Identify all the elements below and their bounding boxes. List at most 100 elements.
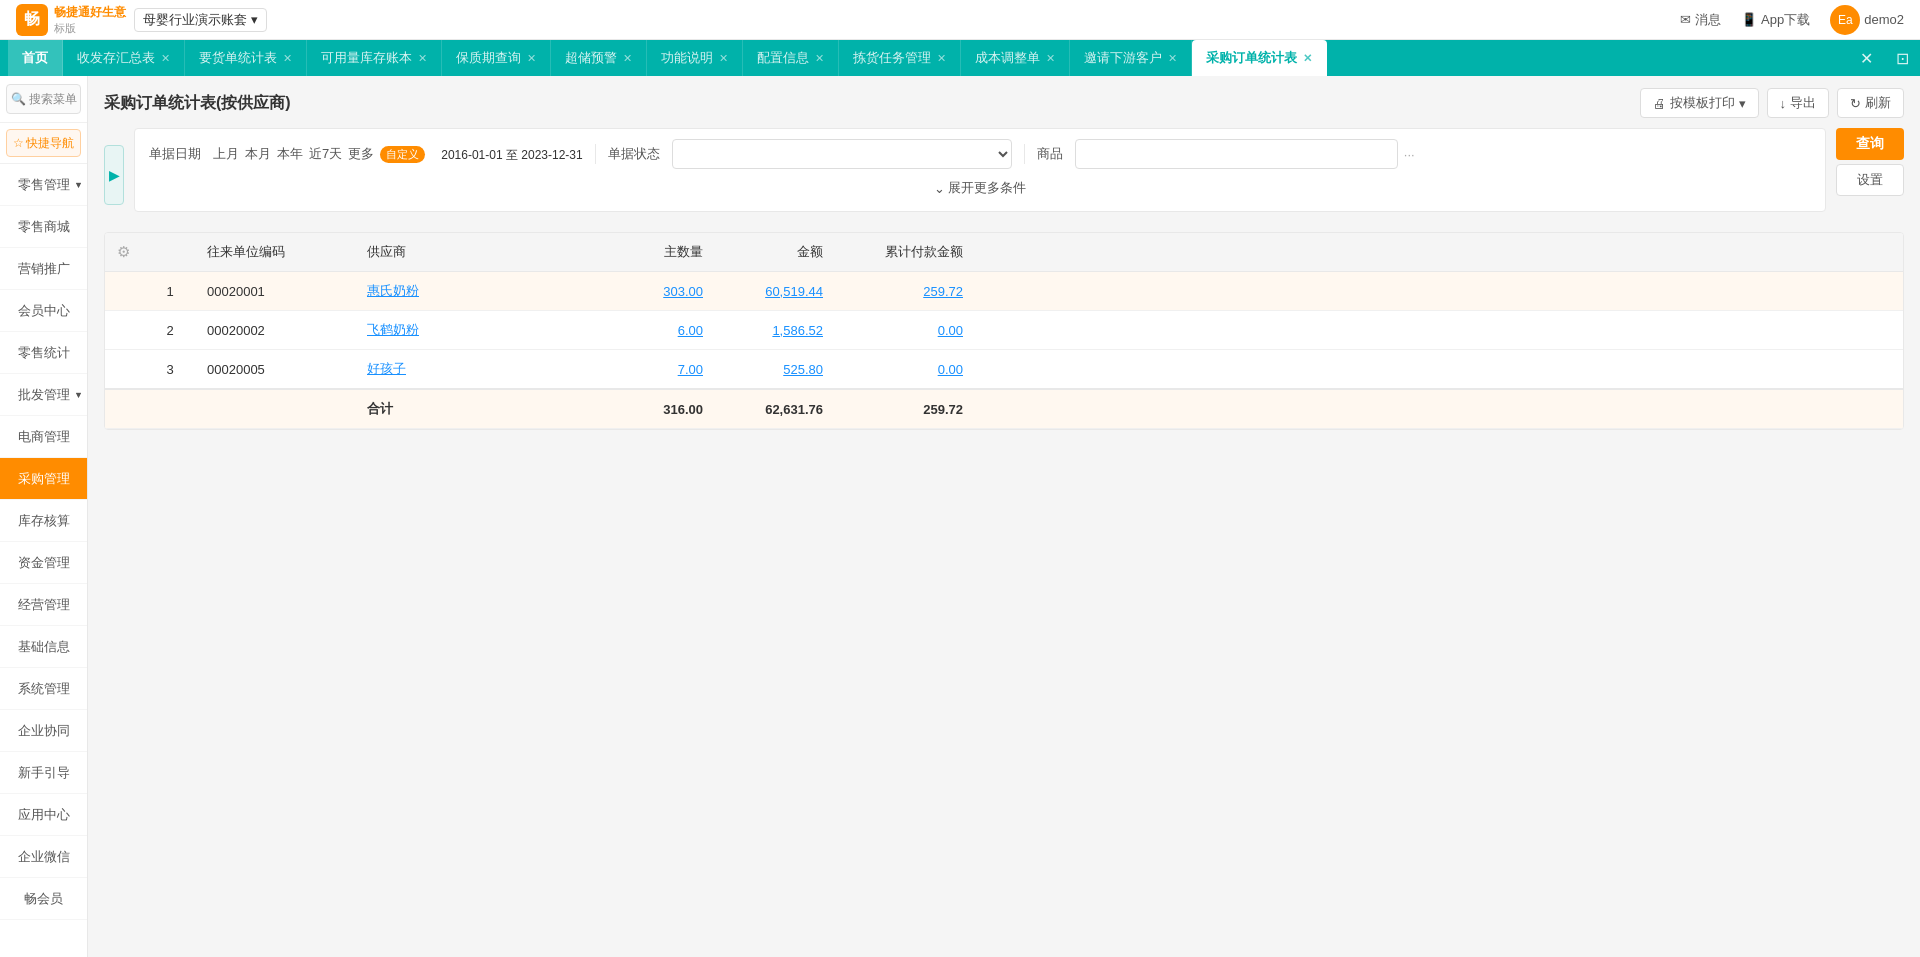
th-code: 往来单位编码 bbox=[195, 233, 355, 272]
refresh-button[interactable]: ↻ 刷新 bbox=[1837, 88, 1904, 118]
date-shortcut-more[interactable]: 更多 bbox=[348, 145, 374, 163]
td-foot-amount: 62,631.76 bbox=[715, 389, 835, 429]
print-icon: 🖨 bbox=[1653, 96, 1666, 111]
sidebar-item-retail-management[interactable]: 零售管理 ▾ bbox=[0, 164, 87, 206]
sidebar-item-membership2[interactable]: 畅会员 bbox=[0, 878, 87, 920]
sidebar-item-wholesale[interactable]: 批发管理 ▾ bbox=[0, 374, 87, 416]
query-button[interactable]: 查询 bbox=[1836, 128, 1904, 160]
close-icon[interactable]: ✕ bbox=[161, 52, 170, 65]
tab-receive-summary[interactable]: 收发存汇总表 ✕ bbox=[63, 40, 185, 76]
tab-config-info[interactable]: 配置信息 ✕ bbox=[743, 40, 839, 76]
nav-restore-btn[interactable]: ⊡ bbox=[1884, 40, 1920, 76]
close-icon[interactable]: ✕ bbox=[719, 52, 728, 65]
amount-link-1[interactable]: 60,519.44 bbox=[765, 284, 823, 299]
sidebar-item-retail-stats[interactable]: 零售统计 bbox=[0, 332, 87, 374]
date-shortcut-last-month[interactable]: 上月 bbox=[213, 145, 239, 163]
sidebar-item-retail-mall[interactable]: 零售商城 bbox=[0, 206, 87, 248]
amount-link-3[interactable]: 525.80 bbox=[783, 362, 823, 377]
tab-expiry-query[interactable]: 保质期查询 ✕ bbox=[442, 40, 551, 76]
date-custom-badge[interactable]: 自定义 bbox=[380, 146, 425, 163]
sidebar-item-finance[interactable]: 资金管理 bbox=[0, 542, 87, 584]
close-icon[interactable]: ✕ bbox=[1046, 52, 1055, 65]
td-code-1: 00020001 bbox=[195, 272, 355, 311]
sidebar-item-basic-info[interactable]: 基础信息 bbox=[0, 626, 87, 668]
td-gear-2 bbox=[105, 311, 145, 350]
td-empty-2 bbox=[975, 311, 1903, 350]
print-button[interactable]: 🖨 按模板打印 ▾ bbox=[1640, 88, 1759, 118]
sidebar-item-inventory[interactable]: 库存核算 bbox=[0, 500, 87, 542]
close-icon[interactable]: ✕ bbox=[1168, 52, 1177, 65]
nav-right-buttons: ✕ ⊡ bbox=[1848, 40, 1920, 76]
td-code-2: 00020002 bbox=[195, 311, 355, 350]
qty-link-1[interactable]: 303.00 bbox=[663, 284, 703, 299]
tab-overstock-warning[interactable]: 超储预警 ✕ bbox=[551, 40, 647, 76]
date-shortcut-this-month[interactable]: 本月 bbox=[245, 145, 271, 163]
logo-area[interactable]: 畅 畅捷通好生意 标版 bbox=[16, 4, 126, 36]
td-foot-qty: 316.00 bbox=[595, 389, 715, 429]
sidebar-item-app-center[interactable]: 应用中心 bbox=[0, 794, 87, 836]
paid-link-3[interactable]: 0.00 bbox=[938, 362, 963, 377]
tab-home[interactable]: 首页 bbox=[8, 40, 63, 76]
supplier-link-2[interactable]: 飞鹤奶粉 bbox=[367, 322, 419, 337]
paid-link-1[interactable]: 259.72 bbox=[923, 284, 963, 299]
app-download-btn[interactable]: 📱 App下载 bbox=[1741, 11, 1810, 29]
supplier-link-3[interactable]: 好孩子 bbox=[367, 361, 406, 376]
table-header-row: ⚙ 往来单位编码 供应商 主数量 金额 累计付款金额 bbox=[105, 233, 1903, 272]
search-menu-button[interactable]: 🔍 搜索菜单 bbox=[6, 84, 81, 114]
supplier-link-1[interactable]: 惠氏奶粉 bbox=[367, 283, 419, 298]
sidebar-item-enterprise-wechat[interactable]: 企业微信 bbox=[0, 836, 87, 878]
close-icon[interactable]: ✕ bbox=[623, 52, 632, 65]
nav-close-btn[interactable]: ✕ bbox=[1848, 40, 1884, 76]
close-icon[interactable]: ✕ bbox=[418, 52, 427, 65]
user-area[interactable]: Ea demo2 bbox=[1830, 5, 1904, 35]
td-supplier-3: 好孩子 bbox=[355, 350, 595, 390]
export-icon: ↓ bbox=[1780, 96, 1787, 111]
amount-link-2[interactable]: 1,586.52 bbox=[772, 323, 823, 338]
ellipsis-icon[interactable]: ··· bbox=[1404, 147, 1415, 162]
sidebar-item-ecommerce[interactable]: 电商管理 bbox=[0, 416, 87, 458]
td-foot-empty bbox=[975, 389, 1903, 429]
sidebar-item-enterprise-collab[interactable]: 企业协同 bbox=[0, 710, 87, 752]
page-header: 采购订单统计表(按供应商) 🖨 按模板打印 ▾ ↓ 导出 ↻ 刷新 bbox=[104, 88, 1904, 118]
search-icon: 🔍 bbox=[11, 92, 26, 106]
download-icon: 📱 bbox=[1741, 12, 1757, 27]
date-shortcut-7days[interactable]: 近7天 bbox=[309, 145, 342, 163]
tab-cost-adjust[interactable]: 成本调整单 ✕ bbox=[961, 40, 1070, 76]
gear-icon[interactable]: ⚙ bbox=[117, 243, 130, 260]
sidebar-item-marketing[interactable]: 营销推广 bbox=[0, 248, 87, 290]
quick-nav-button[interactable]: ☆ 快捷导航 bbox=[6, 129, 81, 157]
tenant-select[interactable]: 母婴行业演示账套 ▾ bbox=[134, 8, 267, 32]
td-foot-code bbox=[195, 389, 355, 429]
qty-link-3[interactable]: 7.00 bbox=[678, 362, 703, 377]
td-qty-3: 7.00 bbox=[595, 350, 715, 390]
setting-button[interactable]: 设置 bbox=[1836, 164, 1904, 196]
sidebar-item-operation[interactable]: 经营管理 bbox=[0, 584, 87, 626]
filter-toggle-btn[interactable]: ▶ bbox=[104, 145, 124, 205]
tab-function-desc[interactable]: 功能说明 ✕ bbox=[647, 40, 743, 76]
sidebar-item-new-guide[interactable]: 新手引导 bbox=[0, 752, 87, 794]
sidebar-item-sys-mgmt[interactable]: 系统管理 bbox=[0, 668, 87, 710]
close-icon[interactable]: ✕ bbox=[937, 52, 946, 65]
date-shortcut-this-year[interactable]: 本年 bbox=[277, 145, 303, 163]
close-icon[interactable]: ✕ bbox=[283, 52, 292, 65]
goods-input[interactable] bbox=[1075, 139, 1398, 169]
sidebar-item-membership[interactable]: 会员中心 bbox=[0, 290, 87, 332]
message-btn[interactable]: ✉ 消息 bbox=[1680, 11, 1721, 29]
chevron-down-icon: ▾ bbox=[251, 12, 258, 27]
export-button[interactable]: ↓ 导出 bbox=[1767, 88, 1830, 118]
paid-link-2[interactable]: 0.00 bbox=[938, 323, 963, 338]
status-select[interactable] bbox=[672, 139, 1012, 169]
close-icon[interactable]: ✕ bbox=[527, 52, 536, 65]
expand-more-btn[interactable]: ⌄ 展开更多条件 bbox=[922, 175, 1038, 201]
tab-purchase-order-summary[interactable]: 采购订单统计表 ✕ bbox=[1192, 40, 1327, 76]
close-icon[interactable]: ✕ bbox=[1303, 52, 1312, 65]
close-icon[interactable]: ✕ bbox=[815, 52, 824, 65]
tab-available-stock[interactable]: 可用量库存账本 ✕ bbox=[307, 40, 442, 76]
tab-order-summary[interactable]: 要货单统计表 ✕ bbox=[185, 40, 307, 76]
td-foot-label: 合计 bbox=[355, 389, 595, 429]
tab-invite-downstream[interactable]: 邀请下游客户 ✕ bbox=[1070, 40, 1192, 76]
divider bbox=[595, 144, 596, 164]
sidebar-item-purchase[interactable]: 采购管理 bbox=[0, 458, 87, 500]
tab-picking-task[interactable]: 拣货任务管理 ✕ bbox=[839, 40, 961, 76]
qty-link-2[interactable]: 6.00 bbox=[678, 323, 703, 338]
